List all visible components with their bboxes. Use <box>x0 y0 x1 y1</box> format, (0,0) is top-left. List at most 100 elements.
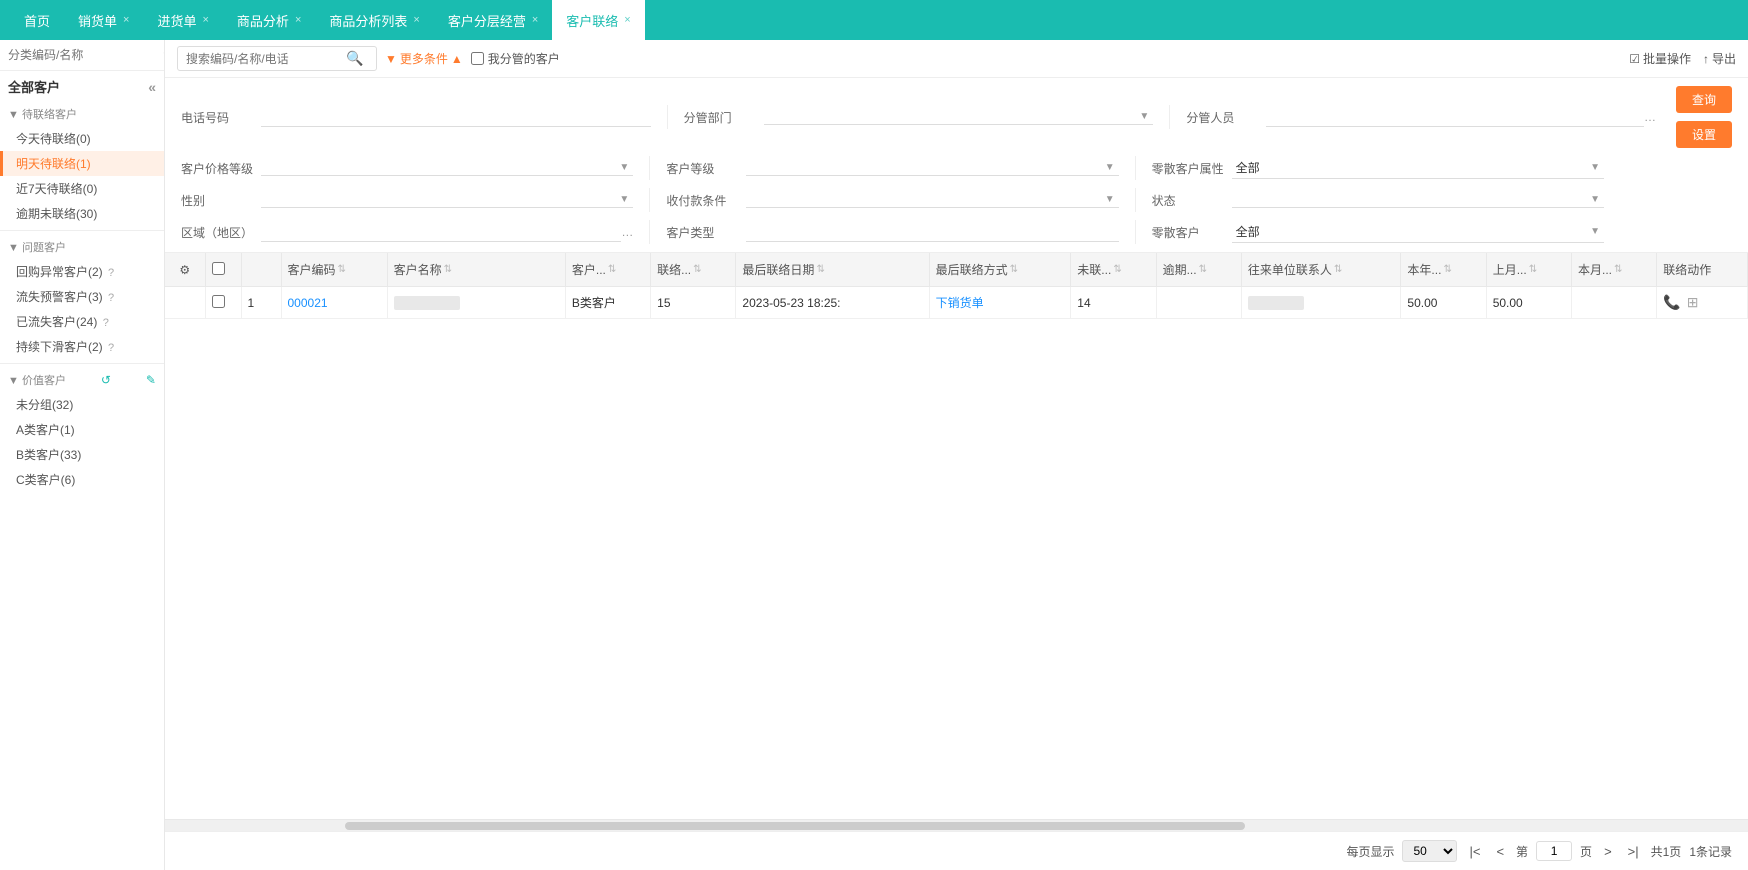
th-num <box>241 253 281 287</box>
phone-icon[interactable]: 📞 <box>1663 294 1680 311</box>
sidebar-item-a-class[interactable]: A类客户(1) <box>0 417 164 442</box>
search-icon[interactable]: 🔍 <box>346 50 363 67</box>
cell-un-contact: 14 <box>1071 287 1156 319</box>
retail-attr-select[interactable]: 全部 ▼ <box>1232 157 1604 179</box>
th-action: 联络动作 <box>1657 253 1748 287</box>
payment-select[interactable]: ▼ <box>746 192 1118 208</box>
cell-customer-type: B类客户 <box>565 287 650 319</box>
cell-last-month: 50.00 <box>1486 287 1571 319</box>
sidebar-item-7day-pending[interactable]: 近7天待联络(0) <box>0 176 164 201</box>
phone-label: 电话号码 <box>181 109 261 126</box>
th-this-month: 本月... ⇅ <box>1571 253 1656 287</box>
chevron-down-icon: ▼ <box>1590 226 1600 237</box>
sidebar-item-churn-warning[interactable]: 流失预警客户(3) ? <box>0 284 164 309</box>
sidebar-item-declining[interactable]: 持续下滑客户(2) ? <box>0 334 164 359</box>
retail-customer-field: 零散客户 全部 ▼ <box>1152 221 1604 243</box>
set-btn[interactable]: 设置 <box>1676 121 1732 148</box>
sidebar-item-repurchase-abnormal[interactable]: 回购异常客户(2) ? <box>0 259 164 284</box>
retail-customer-select[interactable]: 全部 ▼ <box>1232 221 1604 243</box>
per-page-select[interactable]: 50 100 200 <box>1402 840 1457 862</box>
grid-icon[interactable]: ⊞ <box>1687 294 1699 311</box>
refresh-icon[interactable]: ↺ <box>101 373 111 387</box>
scrollbar[interactable] <box>165 819 1748 831</box>
sidebar-item-tomorrow-pending[interactable]: 明天待联络(1) <box>0 151 164 176</box>
gender-select[interactable]: ▼ <box>261 192 633 208</box>
sidebar-item-churned[interactable]: 已流失客户(24) ? <box>0 309 164 334</box>
my-customers-check[interactable]: 我分管的客户 <box>471 50 560 67</box>
sidebar-item-today-pending[interactable]: 今天待联络(0) <box>0 126 164 151</box>
sidebar-all-customers[interactable]: 全部客户 « <box>0 71 164 102</box>
sidebar-item-b-class[interactable]: B类客户(33) <box>0 442 164 467</box>
page-label: 第 <box>1516 843 1528 860</box>
page-input[interactable] <box>1536 841 1572 861</box>
cell-last-contact-method[interactable]: 下销货单 <box>929 287 1071 319</box>
manager-input[interactable] <box>1266 108 1644 127</box>
nav-sales[interactable]: 销货单 × <box>64 0 143 40</box>
sort-icon: ⇅ <box>1199 264 1207 275</box>
manager-field: 分管人员 … <box>1186 108 1656 127</box>
area-input[interactable] <box>261 223 621 242</box>
sidebar-item-c-class[interactable]: C类客户(6) <box>0 467 164 492</box>
nav-customer-segment[interactable]: 客户分层经营 × <box>434 0 552 40</box>
payment-field: 收付款条件 ▼ <box>666 192 1118 209</box>
nav-product-analysis[interactable]: 商品分析 × <box>223 0 315 40</box>
last-page-btn[interactable]: >| <box>1624 842 1643 861</box>
th-code: 客户编码 ⇅ <box>281 253 387 287</box>
search-input[interactable] <box>186 52 346 66</box>
nav-customer-contact[interactable]: 客户联络 × <box>552 0 644 40</box>
separator <box>649 188 650 212</box>
close-icon[interactable]: × <box>413 14 419 26</box>
edit-icon[interactable]: ✎ <box>146 373 156 387</box>
collapse-icon: « <box>148 79 156 95</box>
close-icon[interactable]: × <box>202 14 208 26</box>
prev-page-btn[interactable]: < <box>1492 842 1508 861</box>
phone-input[interactable] <box>261 108 651 127</box>
chevron-down-icon: ▼ <box>1139 111 1149 122</box>
filter-row-2: 客户价格等级 ▼ 客户等级 ▼ 零散客户属性 <box>181 156 1732 180</box>
top-nav: 首页 销货单 × 进货单 × 商品分析 × 商品分析列表 × 客户分层经营 × … <box>0 0 1748 40</box>
close-icon[interactable]: × <box>123 14 129 26</box>
sidebar-item-ungrouped[interactable]: 未分组(32) <box>0 392 164 417</box>
customer-type-input[interactable] <box>746 223 1118 242</box>
th-settings[interactable]: ⚙ <box>165 253 205 287</box>
my-customers-checkbox[interactable] <box>471 52 484 65</box>
more-conditions-btn[interactable]: ▼ 更多条件 ▲ <box>385 50 463 67</box>
customer-level-select[interactable]: ▼ <box>746 160 1118 176</box>
toolbar-right: ☑ 批量操作 ↑ 导出 <box>1629 50 1736 67</box>
more-icon[interactable]: … <box>621 225 633 239</box>
first-page-btn[interactable]: |< <box>1465 842 1484 861</box>
batch-operation-btn[interactable]: ☑ 批量操作 <box>1629 50 1691 67</box>
price-level-select[interactable]: ▼ <box>261 160 633 176</box>
sidebar-value-section[interactable]: ▼ 价值客户 ↺ ✎ <box>0 368 164 392</box>
close-icon[interactable]: × <box>532 14 538 26</box>
th-last-contact-date: 最后联络日期 ⇅ <box>736 253 929 287</box>
sidebar-item-overdue-pending[interactable]: 逾期未联络(30) <box>0 201 164 226</box>
sidebar-problem-section[interactable]: ▼ 问题客户 <box>0 235 164 259</box>
cell-contact-count: 15 <box>651 287 736 319</box>
query-btn[interactable]: 查询 <box>1676 86 1732 113</box>
nav-product-analysis-list[interactable]: 商品分析列表 × <box>315 0 433 40</box>
close-icon[interactable]: × <box>295 14 301 26</box>
main-layout: 🔍 全部客户 « ▼ 待联络客户 今天待联络(0) 明天待联络(1) 近7天待联… <box>0 40 1748 870</box>
sidebar-search-input[interactable] <box>8 48 163 62</box>
nav-purchase[interactable]: 进货单 × <box>143 0 222 40</box>
settings-icon[interactable]: ⚙ <box>179 263 190 277</box>
cell-checkbox[interactable] <box>205 287 241 319</box>
sidebar-pending-section[interactable]: ▼ 待联络客户 <box>0 102 164 126</box>
more-icon[interactable]: … <box>1644 110 1656 124</box>
gender-field: 性别 ▼ <box>181 192 633 209</box>
status-select[interactable]: ▼ <box>1232 192 1604 208</box>
dept-select[interactable]: ▼ <box>764 109 1154 125</box>
separator <box>1135 188 1136 212</box>
customer-table: ⚙ 客户编码 ⇅ <box>165 253 1748 319</box>
select-all-checkbox[interactable] <box>212 262 225 275</box>
export-btn[interactable]: ↑ 导出 <box>1703 50 1736 67</box>
sort-icon: ⇅ <box>1334 264 1342 275</box>
sort-icon: ⇅ <box>816 264 824 275</box>
next-page-btn[interactable]: > <box>1600 842 1616 861</box>
filter-row-3: 性别 ▼ 收付款条件 ▼ 状态 <box>181 188 1732 212</box>
cell-code[interactable]: 000021 <box>281 287 387 319</box>
scrollbar-thumb[interactable] <box>345 822 1245 830</box>
close-icon[interactable]: × <box>624 14 630 26</box>
nav-home[interactable]: 首页 <box>10 0 64 40</box>
